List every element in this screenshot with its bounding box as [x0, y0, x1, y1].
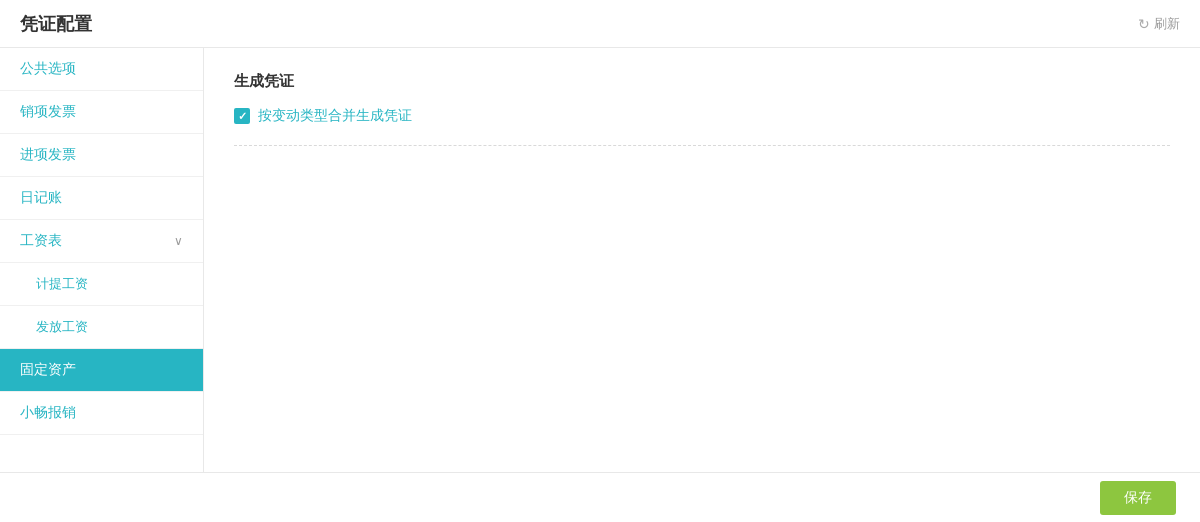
merge-by-type-row[interactable]: 按变动类型合并生成凭证 — [234, 107, 1170, 125]
sidebar-item-calc-salary[interactable]: 计提工资 — [0, 263, 203, 306]
sidebar-item-label: 公共选项 — [20, 60, 76, 78]
sidebar-item-fixed-assets[interactable]: 固定资产 — [0, 349, 203, 392]
page-header: 凭证配置 ↻ 刷新 — [0, 0, 1200, 48]
refresh-button[interactable]: ↻ 刷新 — [1138, 15, 1180, 33]
main-layout: 公共选项销项发票进项发票日记账工资表 ∨ 计提工资发放工资固定资产小畅报销 生成凭证… — [0, 48, 1200, 472]
save-button[interactable]: 保存 — [1100, 481, 1176, 515]
section-divider — [234, 145, 1170, 146]
refresh-label: 刷新 — [1154, 15, 1180, 33]
sidebar-item-public-options[interactable]: 公共选项 — [0, 48, 203, 91]
page-footer: 保存 — [0, 472, 1200, 522]
sidebar-item-label: 工资表 — [20, 232, 62, 250]
sidebar-item-label: 固定资产 — [20, 361, 76, 379]
content-area: 生成凭证 按变动类型合并生成凭证 — [204, 48, 1200, 472]
sidebar-item-label: 销项发票 — [20, 103, 76, 121]
sidebar-item-label: 进项发票 — [20, 146, 76, 164]
sidebar: 公共选项销项发票进项发票日记账工资表 ∨ 计提工资发放工资固定资产小畅报销 — [0, 48, 204, 472]
sidebar-item-pay-salary[interactable]: 发放工资 — [0, 306, 203, 349]
sidebar-item-label: 日记账 — [20, 189, 62, 207]
sidebar-item-label: 小畅报销 — [20, 404, 76, 422]
merge-by-type-label: 按变动类型合并生成凭证 — [258, 107, 412, 125]
sidebar-item-purchase-invoice[interactable]: 进项发票 — [0, 134, 203, 177]
merge-by-type-checkbox[interactable] — [234, 108, 250, 124]
refresh-icon: ↻ — [1138, 16, 1150, 32]
sidebar-item-label: 计提工资 — [36, 275, 88, 293]
sidebar-item-journal[interactable]: 日记账 — [0, 177, 203, 220]
sidebar-item-payroll-table[interactable]: 工资表 ∨ — [0, 220, 203, 263]
sidebar-item-expense-report[interactable]: 小畅报销 — [0, 392, 203, 435]
section-title: 生成凭证 — [234, 72, 1170, 91]
page-title: 凭证配置 — [20, 12, 92, 36]
sidebar-item-sales-invoice[interactable]: 销项发票 — [0, 91, 203, 134]
sidebar-item-label: 发放工资 — [36, 318, 88, 336]
chevron-down-icon: ∨ — [174, 234, 183, 248]
